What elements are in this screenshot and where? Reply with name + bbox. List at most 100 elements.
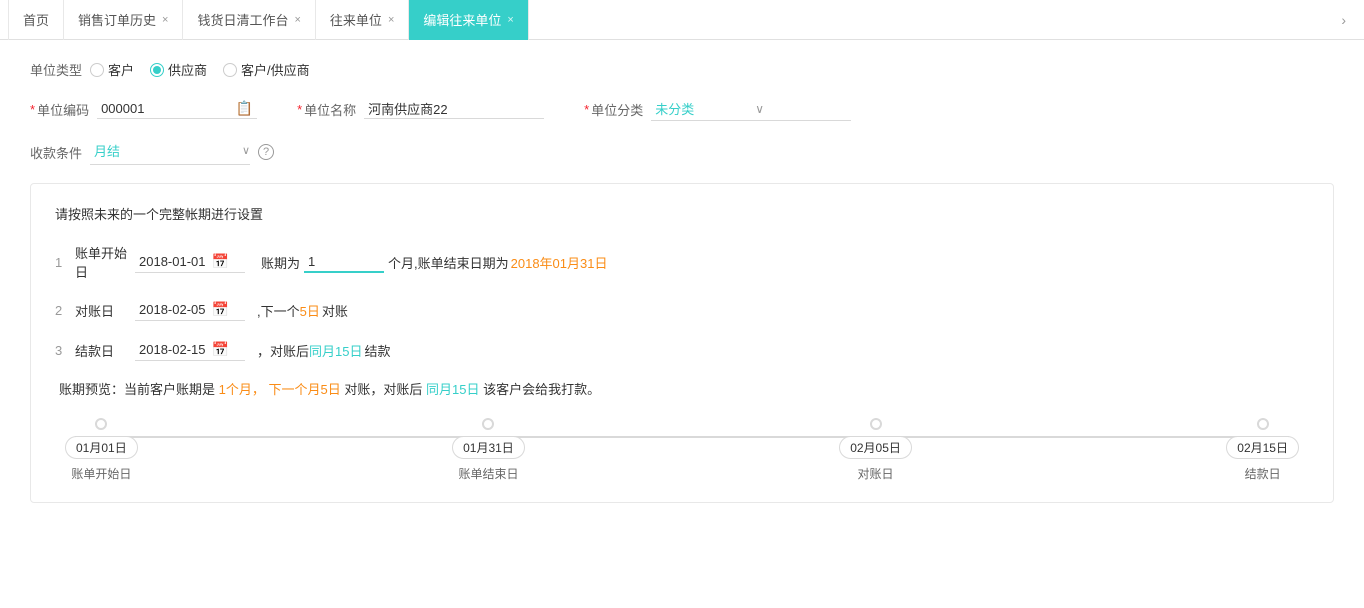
unit-type-row: 单位类型 客户 供应商 客户/供应商 (30, 60, 1334, 79)
unit-fields-row: * 单位编码 📋 * 单位名称 * 单位分类 未分类 ∨ (30, 97, 1334, 121)
main-content: 单位类型 客户 供应商 客户/供应商 * 单位编码 📋 (0, 40, 1364, 608)
tabs-expand-btn[interactable]: › (1331, 12, 1356, 28)
payment-row-2-prefix: ,下一个 (257, 301, 300, 320)
unit-code-group: * 单位编码 📋 (30, 99, 257, 119)
payment-row-1-date-value: 2018-01-01 (139, 254, 206, 269)
unit-category-star: * (584, 102, 589, 117)
unit-category-select[interactable]: 未分类 ∨ (651, 97, 851, 121)
tab-partner[interactable]: 往来单位 × (316, 0, 409, 40)
tab-edit-partner-close[interactable]: × (507, 14, 513, 26)
payment-row-3-num: 3 (55, 343, 75, 358)
period-input[interactable] (304, 252, 384, 273)
timeline-dot-3 (870, 418, 882, 430)
payment-row-1-suffix: 个月,账单结束日期为 (388, 253, 509, 272)
timeline-dot-4 (1257, 418, 1269, 430)
preview-part1: 1个月， (219, 382, 265, 397)
radio-supplier-circle (150, 63, 164, 77)
payment-row-1-num: 1 (55, 255, 75, 270)
radio-customer-label: 客户 (108, 60, 134, 79)
payment-row-2-num: 2 (55, 303, 75, 318)
tab-edit-partner[interactable]: 编辑往来单位 × (409, 0, 528, 40)
unit-name-star: * (297, 102, 302, 117)
payment-row-2-date-value: 2018-02-05 (139, 302, 206, 317)
timeline-nodes: 01月01日 账单开始日 01月31日 账单结束日 02月05日 对账日 02月… (65, 418, 1299, 482)
payment-row-2-label: 对账日 (75, 301, 135, 320)
tab-edit-partner-label: 编辑往来单位 (423, 10, 501, 29)
payment-row-3-suffix: 结款 (364, 341, 390, 360)
radio-customer[interactable]: 客户 (90, 60, 134, 79)
payment-row-1-suffix-before: 账期为 (261, 253, 300, 272)
timeline-pill-4: 02月15日 (1226, 436, 1299, 459)
timeline-label-3: 对账日 (858, 465, 894, 482)
tab-sales-history[interactable]: 销售订单历史 × (64, 0, 183, 40)
payment-row-2-highlight: 5日 (300, 301, 320, 320)
preview-suffix: 该客户会给我打款。 (483, 382, 600, 397)
payment-row-2-date-wrapper: 2018-02-05 📅 (135, 299, 245, 321)
radio-customer-supplier-label: 客户/供应商 (241, 60, 310, 79)
unit-code-icon[interactable]: 📋 (232, 100, 257, 117)
radio-customer-circle (90, 63, 104, 77)
tab-cash-work[interactable]: 钱货日清工作台 × (183, 0, 315, 40)
radio-supplier-label: 供应商 (168, 60, 207, 79)
calendar-icon-1[interactable]: 📅 (212, 253, 229, 270)
unit-type-radio-group: 客户 供应商 客户/供应商 (90, 60, 310, 79)
unit-name-input[interactable] (364, 99, 544, 119)
tabs-bar: 首页 销售订单历史 × 钱货日清工作台 × 往来单位 × 编辑往来单位 × › (0, 0, 1364, 40)
timeline-pill-2: 01月31日 (452, 436, 525, 459)
unit-type-label: 单位类型 (30, 60, 82, 79)
unit-category-group: * 单位分类 未分类 ∨ (584, 97, 851, 121)
payment-condition-chevron: ∨ (242, 144, 250, 157)
tab-partner-close[interactable]: × (388, 14, 394, 26)
timeline-wrapper: 01月01日 账单开始日 01月31日 账单结束日 02月05日 对账日 02月… (55, 418, 1309, 482)
payment-row-3: 3 结款日 2018-02-15 📅 ，对账后 同月15日 结款 (55, 339, 1309, 361)
payment-row-3-highlight: 同月15日 (309, 341, 362, 360)
payment-condition-row: 收款条件 月结 ∨ ? (30, 139, 1334, 165)
timeline-label-4: 结款日 (1245, 465, 1281, 482)
payment-row-1-date-wrapper: 2018-01-01 📅 (135, 251, 245, 273)
payment-box: 请按照未来的一个完整帐期进行设置 1 账单开始日 2018-01-01 📅 账期… (30, 183, 1334, 503)
timeline-pill-1: 01月01日 (65, 436, 138, 459)
timeline-dot-1 (95, 418, 107, 430)
timeline-node-2: 01月31日 账单结束日 (452, 418, 525, 482)
timeline-node-1: 01月01日 账单开始日 (65, 418, 138, 482)
radio-customer-supplier-circle (223, 63, 237, 77)
payment-row-1-highlight: 2018年01月31日 (511, 253, 608, 272)
radio-supplier[interactable]: 供应商 (150, 60, 207, 79)
unit-name-group: * 单位名称 (297, 99, 544, 119)
unit-category-value: 未分类 (651, 97, 751, 120)
unit-code-input-wrapper: 📋 (97, 99, 257, 119)
timeline-pill-3: 02月05日 (839, 436, 912, 459)
payment-row-3-date-wrapper: 2018-02-15 📅 (135, 339, 245, 361)
tab-sales-history-close[interactable]: × (162, 14, 168, 26)
payment-condition-select[interactable]: 月结 ∨ (90, 139, 250, 165)
timeline-label-2: 账单结束日 (458, 465, 518, 482)
unit-code-star: * (30, 102, 35, 117)
calendar-icon-3[interactable]: 📅 (212, 341, 229, 358)
tab-partner-label: 往来单位 (330, 10, 382, 29)
unit-code-input[interactable] (97, 99, 232, 118)
payment-row-1: 1 账单开始日 2018-01-01 📅 账期为 个月,账单结束日期为 2018… (55, 243, 1309, 281)
preview-mid: 对账，对账后 (344, 382, 422, 397)
payment-condition-label: 收款条件 (30, 143, 82, 162)
unit-category-chevron: ∨ (751, 100, 851, 118)
payment-row-3-label: 结款日 (75, 341, 135, 360)
tab-home[interactable]: 首页 (8, 0, 64, 40)
tab-cash-work-label: 钱货日清工作台 (197, 10, 288, 29)
timeline-node-4: 02月15日 结款日 (1226, 418, 1299, 482)
preview-part2: 下一个月5日 (269, 382, 341, 397)
timeline-label-1: 账单开始日 (71, 465, 131, 482)
tab-cash-work-close[interactable]: × (294, 14, 300, 26)
payment-row-3-prefix: ，对账后 (257, 341, 309, 360)
preview-text: 账期预览：当前客户账期是 1个月， 下一个月5日 对账，对账后 同月15日 该客… (55, 379, 1309, 398)
unit-code-label: 单位编码 (37, 100, 89, 119)
radio-customer-supplier[interactable]: 客户/供应商 (223, 60, 310, 79)
payment-row-2-suffix: 对账 (322, 301, 348, 320)
payment-box-title: 请按照未来的一个完整帐期进行设置 (55, 204, 1309, 223)
payment-condition-value: 月结 (90, 139, 242, 162)
payment-row-2: 2 对账日 2018-02-05 📅 ,下一个 5日 对账 (55, 299, 1309, 321)
preview-label: 账期预览：当前客户账期是 (59, 382, 215, 397)
unit-name-label: 单位名称 (304, 100, 356, 119)
calendar-icon-2[interactable]: 📅 (212, 301, 229, 318)
payment-condition-help[interactable]: ? (258, 144, 274, 160)
tab-home-label: 首页 (23, 10, 49, 29)
